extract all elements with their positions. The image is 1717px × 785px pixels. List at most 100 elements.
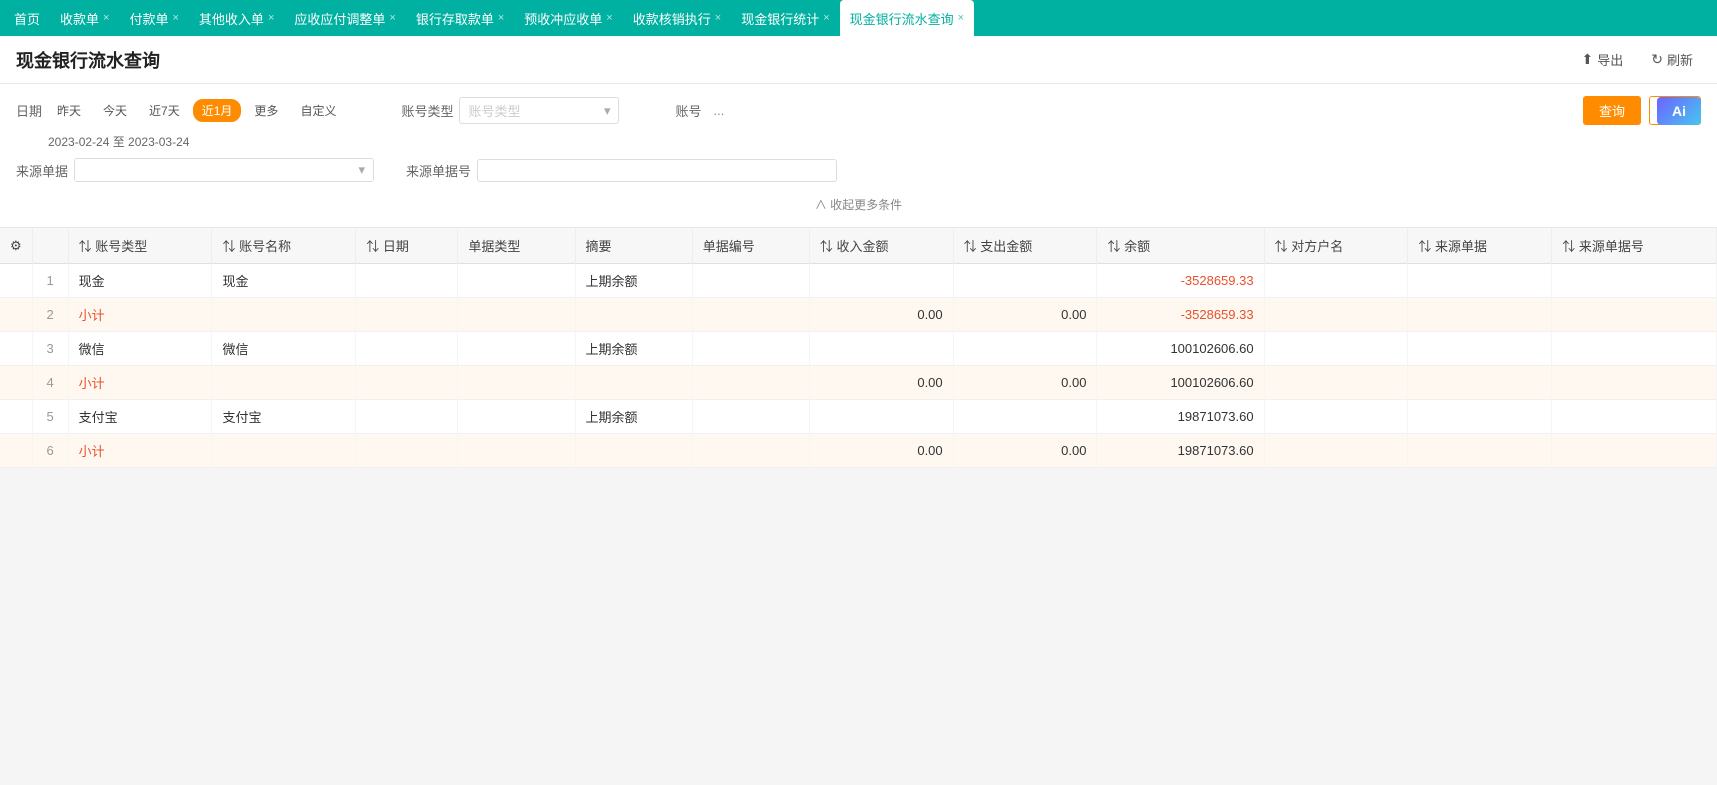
th-account-type[interactable]: ⇅ 账号类型 <box>68 228 212 264</box>
ai-label: Ai <box>1672 103 1686 119</box>
nav-cash-stats-close[interactable]: × <box>823 12 829 24</box>
nav-item-payment[interactable]: 付款单 × <box>119 0 188 36</box>
cell-gear <box>0 366 32 400</box>
cell-doc-no <box>692 400 809 434</box>
cell-doc-no <box>692 332 809 366</box>
cell-seq: 4 <box>32 366 68 400</box>
table-row: 3 微信 微信 上期余额 100102606.60 <box>0 332 1717 366</box>
th-income[interactable]: ⇅ 收入金额 <box>809 228 953 264</box>
th-counterparty[interactable]: ⇅ 对方户名 <box>1264 228 1408 264</box>
cell-income: 0.00 <box>809 366 953 400</box>
date-btn-yesterday[interactable]: 昨天 <box>48 99 90 122</box>
th-gear[interactable]: ⚙ <box>0 228 32 264</box>
nav-item-other-income[interactable]: 其他收入单 × <box>189 0 284 36</box>
cell-counterparty <box>1264 434 1408 468</box>
cell-doc-type <box>458 298 575 332</box>
query-button[interactable]: 查询 <box>1583 96 1641 125</box>
date-range-text: 2023-02-24 至 2023-03-24 <box>48 135 189 149</box>
cell-balance: -3528659.33 <box>1097 264 1264 298</box>
th-source-doc[interactable]: ⇅ 来源单据 <box>1408 228 1552 264</box>
export-icon: ⬆ <box>1582 51 1594 68</box>
account-type-value: 账号类型 <box>468 101 520 120</box>
date-btn-7days[interactable]: 近7天 <box>140 99 189 122</box>
top-nav: 首页 收款单 × 付款单 × 其他收入单 × 应收应付调整单 × 银行存取款单 … <box>0 0 1717 36</box>
cell-balance: -3528659.33 <box>1097 298 1264 332</box>
cell-source-doc <box>1408 298 1552 332</box>
cell-gear <box>0 434 32 468</box>
page-header: 现金银行流水查询 ⬆ 导出 ↻ 刷新 <box>0 36 1717 84</box>
cell-counterparty <box>1264 264 1408 298</box>
account-type-select[interactable]: 账号类型 ▾ <box>459 97 619 124</box>
cell-expense: 0.00 <box>953 366 1097 400</box>
th-balance[interactable]: ⇅ 余额 <box>1097 228 1264 264</box>
cell-counterparty <box>1264 400 1408 434</box>
th-source-doc-no[interactable]: ⇅ 来源单据号 <box>1552 228 1717 264</box>
nav-item-home[interactable]: 首页 <box>4 0 50 36</box>
nav-other-income-close[interactable]: × <box>268 12 274 24</box>
nav-bank-deposit-label: 银行存取款单 <box>416 9 494 28</box>
cell-balance: 100102606.60 <box>1097 366 1264 400</box>
nav-prepay-label: 预收冲应收单 <box>524 9 602 28</box>
cell-expense <box>953 332 1097 366</box>
nav-item-prepay-offset[interactable]: 预收冲应收单 × <box>514 0 622 36</box>
nav-bank-deposit-close[interactable]: × <box>498 12 504 24</box>
nav-item-collection-verify[interactable]: 收款核销执行 × <box>623 0 731 36</box>
cell-balance: 19871073.60 <box>1097 434 1264 468</box>
collapse-bar[interactable]: ∧ 收起更多条件 <box>16 190 1701 215</box>
cell-account-type: 小计 <box>68 366 212 400</box>
nav-home-label: 首页 <box>14 9 40 28</box>
refresh-button[interactable]: ↻ 刷新 <box>1643 46 1701 73</box>
cell-summary <box>575 298 692 332</box>
date-btn-today[interactable]: 今天 <box>94 99 136 122</box>
source-doc-group: 来源单据 ▾ <box>16 158 374 182</box>
cell-source-doc-no <box>1552 400 1717 434</box>
cell-seq: 3 <box>32 332 68 366</box>
cell-balance: 100102606.60 <box>1097 332 1264 366</box>
date-label: 日期 <box>16 101 42 120</box>
date-btn-custom[interactable]: 自定义 <box>291 99 345 122</box>
nav-prepay-close[interactable]: × <box>606 12 612 24</box>
export-button[interactable]: ⬆ 导出 <box>1574 46 1632 73</box>
cell-gear <box>0 332 32 366</box>
cell-income <box>809 264 953 298</box>
more-btn[interactable]: ... <box>707 101 730 120</box>
nav-item-bank-deposit[interactable]: 银行存取款单 × <box>406 0 514 36</box>
date-btn-more[interactable]: 更多 <box>245 99 287 122</box>
th-expense[interactable]: ⇅ 支出金额 <box>953 228 1097 264</box>
cell-income: 0.00 <box>809 434 953 468</box>
date-range-display: 2023-02-24 至 2023-03-24 <box>44 133 1701 150</box>
source-doc-select[interactable]: ▾ <box>74 158 374 182</box>
nav-collection-close[interactable]: × <box>715 12 721 24</box>
th-account-name[interactable]: ⇅ 账号名称 <box>212 228 356 264</box>
filter-area: 日期 昨天 今天 近7天 近1月 更多 自定义 账号类型 账号类型 ▾ 账号 .… <box>0 84 1717 228</box>
cell-account-type: 支付宝 <box>68 400 212 434</box>
nav-cash-flow-close[interactable]: × <box>958 12 964 24</box>
cell-source-doc-no <box>1552 434 1717 468</box>
date-btn-1month[interactable]: 近1月 <box>193 99 242 122</box>
cell-summary <box>575 434 692 468</box>
nav-item-ar-ap-adjust[interactable]: 应收应付调整单 × <box>284 0 405 36</box>
nav-payment-close[interactable]: × <box>172 12 178 24</box>
account-type-group: 账号类型 账号类型 ▾ <box>401 97 619 124</box>
nav-ar-ap-close[interactable]: × <box>389 12 395 24</box>
ai-badge[interactable]: Ai <box>1657 97 1701 125</box>
table-header-row: ⚙ ⇅ 账号类型 ⇅ 账号名称 ⇅ 日期 单据类型 摘要 单据编号 ⇅ 收入金额… <box>0 228 1717 264</box>
cell-source-doc <box>1408 400 1552 434</box>
source-doc-label: 来源单据 <box>16 161 68 180</box>
cell-counterparty <box>1264 298 1408 332</box>
nav-receipt-close[interactable]: × <box>103 12 109 24</box>
th-date[interactable]: ⇅ 日期 <box>356 228 458 264</box>
source-doc-num-input[interactable] <box>477 159 837 182</box>
th-doc-type: 单据类型 <box>458 228 575 264</box>
th-doc-no: 单据编号 <box>692 228 809 264</box>
cell-doc-type <box>458 332 575 366</box>
cell-source-doc <box>1408 332 1552 366</box>
nav-item-cash-bank-stats[interactable]: 现金银行统计 × <box>731 0 839 36</box>
cell-seq: 1 <box>32 264 68 298</box>
nav-item-receipt[interactable]: 收款单 × <box>50 0 119 36</box>
nav-item-cash-bank-flow[interactable]: 现金银行流水查询 × <box>840 0 974 36</box>
cell-counterparty <box>1264 332 1408 366</box>
refresh-icon: ↻ <box>1651 51 1663 68</box>
cell-date <box>356 366 458 400</box>
nav-ar-ap-label: 应收应付调整单 <box>294 9 385 28</box>
